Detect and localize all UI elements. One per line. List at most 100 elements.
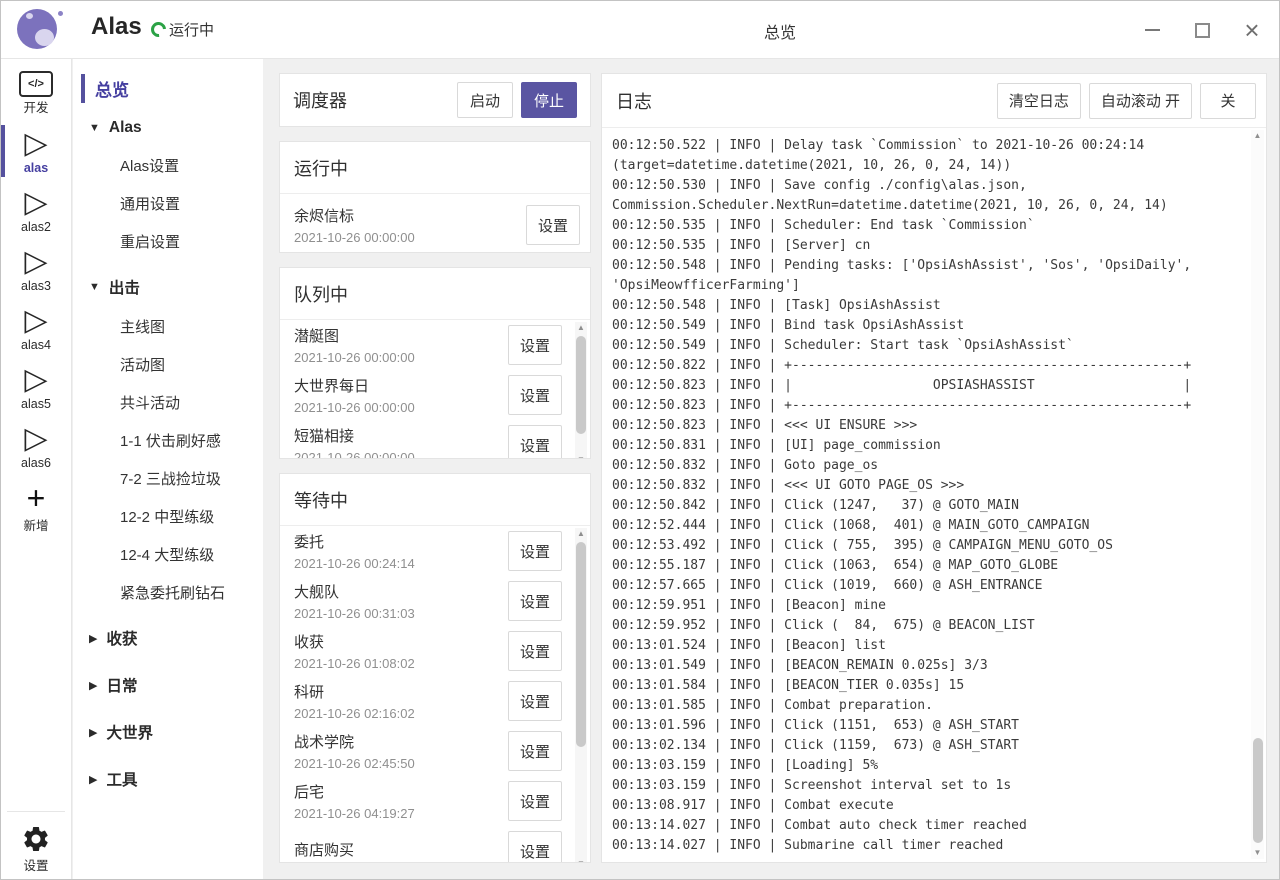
close-button[interactable]: × [1243,21,1261,39]
maximize-button[interactable] [1193,21,1211,39]
code-monitor-icon: </> [19,71,53,97]
menu-item-重启设置[interactable]: 重启设置 [73,223,263,261]
autoscroll-off-button[interactable]: 关 [1200,83,1256,119]
task-info: 短猫相接2021-10-26 00:00:00 [294,425,508,459]
pending-section-title: 队列中 [280,268,590,320]
scrollbar-thumb[interactable] [576,542,586,747]
pending-scrollbar[interactable]: ▲ ▼ [575,322,587,459]
task-setting-button[interactable]: 设置 [508,425,562,459]
rail-item-settings[interactable]: 设置 [7,818,65,874]
rail-item-dev[interactable]: </>开发 [1,63,71,121]
rail-item-label: alas5 [21,397,51,411]
pending-section: 队列中 潜艇图2021-10-26 00:00:00设置大世界每日2021-10… [279,267,591,459]
log-line: 00:13:01.585 | INFO | Combat preparation… [612,696,1242,716]
clear-log-button[interactable]: 清空日志 [997,83,1081,119]
waiting-section-title: 等待中 [280,474,590,526]
task-info: 收获2021-10-26 01:08:02 [294,631,508,671]
task-row: 大舰队2021-10-26 00:31:03设置 [280,576,572,626]
menu-group-日常[interactable]: ▶日常 [73,662,263,706]
rail-item-label: 新增 [23,515,48,534]
waiting-scrollbar[interactable]: ▲ ▼ [575,528,587,863]
rail-item-alas4[interactable]: ▷alas4 [1,299,71,357]
log-scrollbar[interactable]: ▲ ▼ [1251,130,1264,859]
task-setting-button[interactable]: 设置 [508,375,562,415]
menu-group-label: 出击 [109,276,140,298]
log-lines: 00:12:50.522 | INFO | Delay task `Commis… [602,129,1266,861]
rail-item-label: 设置 [23,855,48,874]
rail-item-alas2[interactable]: ▷alas2 [1,181,71,239]
page-title: 总览 [281,19,1279,43]
menu-item-活动图[interactable]: 活动图 [73,346,263,384]
scroll-up-icon[interactable]: ▲ [575,528,587,540]
task-setting-button[interactable]: 设置 [508,631,562,671]
task-name: 科研 [294,681,508,702]
start-button[interactable]: 启动 [457,82,513,118]
rail-item-alas3[interactable]: ▷alas3 [1,240,71,298]
task-setting-button[interactable]: 设置 [508,325,562,365]
chevron-right-icon: ▶ [89,679,97,692]
stop-button[interactable]: 停止 [521,82,577,118]
log-line: 00:12:50.823 | INFO | +-----------------… [612,396,1242,416]
autoscroll-on-button[interactable]: 自动滚动 开 [1089,83,1192,119]
task-row: 商店购买设置 [280,826,572,863]
log-line: 'OpsiMeowfficerFarming'] [612,276,1242,296]
log-line: 00:13:03.159 | INFO | [Loading] 5% [612,756,1242,776]
log-line: 00:12:53.492 | INFO | Click ( 755, 395) … [612,536,1242,556]
close-icon: × [1244,21,1259,39]
menu-group-工具[interactable]: ▶工具 [73,756,263,800]
rail-item-alas6[interactable]: ▷alas6 [1,417,71,475]
menu-item-通用设置[interactable]: 通用设置 [73,185,263,223]
task-name: 后宅 [294,781,508,802]
rail-item-alas[interactable]: ▷alas [1,122,71,180]
menu-group-收获[interactable]: ▶收获 [73,615,263,659]
log-line: 00:12:57.665 | INFO | Click (1019, 660) … [612,576,1242,596]
pending-task-list: 潜艇图2021-10-26 00:00:00设置大世界每日2021-10-26 … [280,320,572,459]
task-setting-button[interactable]: 设置 [508,731,562,771]
menu-group-大世界[interactable]: ▶大世界 [73,709,263,753]
scroll-up-icon[interactable]: ▲ [1251,130,1264,142]
minimize-button[interactable] [1143,21,1161,39]
task-setting-button[interactable]: 设置 [508,531,562,571]
menu-group-label: 收获 [106,627,137,649]
task-setting-button[interactable]: 设置 [508,581,562,621]
log-line: 00:12:50.549 | INFO | Bind task OpsiAshA… [612,316,1242,336]
task-setting-button[interactable]: 设置 [508,781,562,821]
scrollbar-thumb[interactable] [1253,738,1263,843]
log-line: 00:12:55.187 | INFO | Click (1063, 654) … [612,556,1242,576]
rail-item-label: alas [24,161,48,175]
menu-group-出击[interactable]: ▼出击 [73,264,263,308]
task-setting-button[interactable]: 设置 [526,205,580,245]
menu-item-共斗活动[interactable]: 共斗活动 [73,384,263,422]
rail-item-alas5[interactable]: ▷alas5 [1,358,71,416]
task-setting-button[interactable]: 设置 [508,681,562,721]
log-line: 00:13:01.584 | INFO | [BEACON_TIER 0.035… [612,676,1242,696]
menu-item-Alas设置[interactable]: Alas设置 [73,147,263,185]
rail-item-add[interactable]: +新增 [1,476,71,534]
menu-group-Alas[interactable]: ▼Alas [73,107,263,147]
scroll-down-icon[interactable]: ▼ [575,858,587,863]
menu-item-主线图[interactable]: 主线图 [73,308,263,346]
log-line: 00:13:02.134 | INFO | Click (1159, 673) … [612,736,1242,756]
log-panel: 日志 清空日志 自动滚动 开 关 00:12:50.522 | INFO | D… [601,73,1267,863]
menu-item-overview[interactable]: 总览 [73,73,263,104]
task-time: 2021-10-26 00:00:00 [294,450,508,459]
task-info: 后宅2021-10-26 04:19:27 [294,781,508,821]
running-section-title: 运行中 [280,142,590,194]
menu-item-紧急委托刷钻石[interactable]: 紧急委托刷钻石 [73,574,263,612]
scroll-down-icon[interactable]: ▼ [575,454,587,459]
log-line: 00:13:03.159 | INFO | Screenshot interva… [612,776,1242,796]
scroll-up-icon[interactable]: ▲ [575,322,587,334]
menu-panel: 总览 ▼AlasAlas设置通用设置重启设置▼出击主线图活动图共斗活动1-1 伏… [73,59,263,879]
log-line: (target=datetime.datetime(2021, 10, 26, … [612,156,1242,176]
scroll-down-icon[interactable]: ▼ [1251,847,1264,859]
scrollbar-thumb[interactable] [576,336,586,434]
gear-icon [21,823,51,855]
scheduler-title: 调度器 [293,87,449,113]
menu-item-7-2 三战捡垃圾[interactable]: 7-2 三战捡垃圾 [73,460,263,498]
waiting-task-list: 委托2021-10-26 00:24:14设置大舰队2021-10-26 00:… [280,526,572,863]
menu-item-1-1 伏击刷好感[interactable]: 1-1 伏击刷好感 [73,422,263,460]
menu-item-12-2 中型练级[interactable]: 12-2 中型练级 [73,498,263,536]
task-info: 科研2021-10-26 02:16:02 [294,681,508,721]
task-setting-button[interactable]: 设置 [508,831,562,863]
menu-item-12-4 大型练级[interactable]: 12-4 大型练级 [73,536,263,574]
